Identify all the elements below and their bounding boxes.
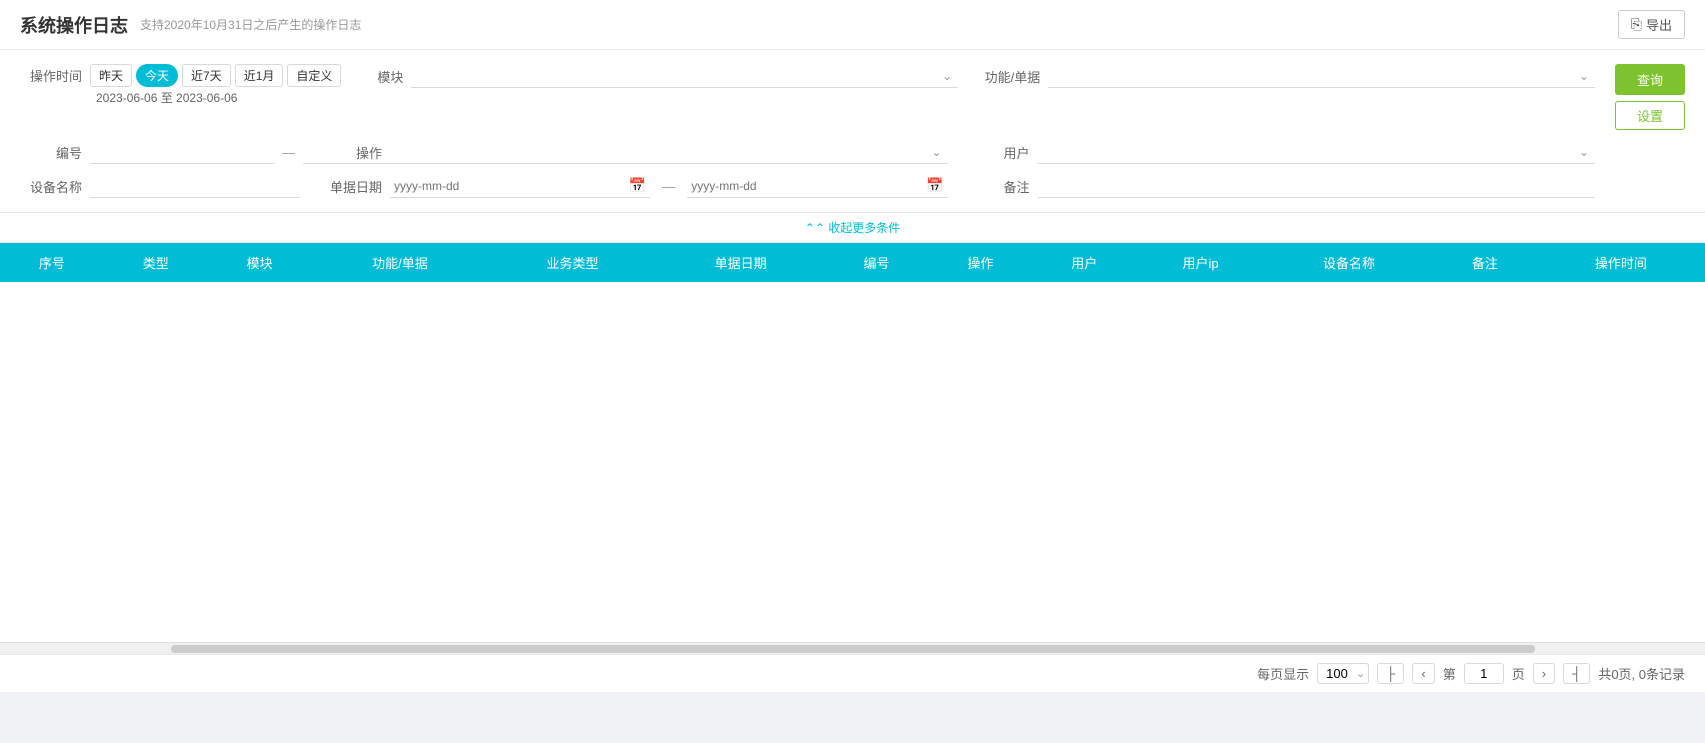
code-label: 编号 — [20, 143, 90, 162]
action-buttons: 查询 设置 — [1615, 64, 1685, 130]
time-range-text: 2023-06-06 至 2023-06-06 — [96, 91, 237, 105]
code-dash: — — [274, 145, 303, 160]
user-select-wrapper: ⌄ — [1038, 140, 1596, 164]
col-module: 模块 — [208, 243, 312, 282]
col-operation: 操作 — [928, 243, 1032, 282]
user-select[interactable] — [1038, 140, 1596, 164]
code-filter: 编号 — — [20, 140, 300, 164]
query-button[interactable]: 查询 — [1615, 64, 1685, 95]
title-area: 系统操作日志 支持2020年10月31日之后产生的操作日志 — [20, 12, 361, 38]
col-device: 设备名称 — [1265, 243, 1433, 282]
export-icon: ⎘ — [1631, 16, 1642, 33]
time-buttons: 昨天 今天 近7天 近1月 自定义 — [90, 64, 341, 87]
col-seq: 序号 — [0, 243, 104, 282]
operation-label: 操作 — [320, 143, 390, 162]
collapse-up-icon: ⌃⌃ — [805, 221, 825, 235]
prev-page-button[interactable]: ‹ — [1412, 663, 1434, 684]
col-doc-date: 单据日期 — [657, 243, 825, 282]
month-btn[interactable]: 近1月 — [235, 64, 284, 87]
doc-date-label: 单据日期 — [320, 177, 390, 196]
col-type: 类型 — [104, 243, 208, 282]
page-suffix: 页 — [1512, 664, 1525, 683]
doc-date-filter: 单据日期 📅 — 📅 — [320, 175, 948, 198]
module-select-wrapper: ⌄ — [411, 64, 958, 88]
pagination-area: 每页显示 100 50 200 ⌄ ├ ‹ 第 页 › ┤ 共0页, 0条记录 — [0, 654, 1705, 692]
collapse-bar[interactable]: ⌃⌃ 收起更多条件 — [0, 213, 1705, 243]
date-start-input[interactable] — [390, 175, 625, 197]
user-label: 用户 — [968, 143, 1038, 162]
module-function-group: 模块 ⌄ 功能/单据 ⌄ — [341, 64, 1595, 88]
today-btn[interactable]: 今天 — [136, 64, 178, 87]
filter-area: 操作时间 昨天 今天 近7天 近1月 自定义 2023-06-06 至 2023… — [0, 50, 1705, 213]
total-info: 共0页, 0条记录 — [1598, 664, 1685, 683]
date-end-input[interactable] — [687, 175, 922, 197]
calendar-end-icon[interactable]: 📅 — [922, 177, 947, 194]
col-biz-type: 业务类型 — [488, 243, 656, 282]
empty-area — [0, 282, 1705, 642]
device-filter: 设备名称 — [20, 174, 300, 198]
code-from-input[interactable] — [90, 140, 274, 164]
function-select[interactable] — [1048, 64, 1595, 88]
time-label: 操作时间 — [20, 66, 90, 85]
remark-label: 备注 — [968, 177, 1038, 196]
header-row: 序号 类型 模块 功能/单据 业务类型 单据日期 编号 操作 用户 用户ip 设… — [0, 243, 1705, 282]
user-filter: 用户 ⌄ — [968, 140, 1596, 164]
table-container: 序号 类型 模块 功能/单据 业务类型 单据日期 编号 操作 用户 用户ip 设… — [0, 243, 1705, 642]
remark-input[interactable] — [1038, 174, 1596, 198]
remark-filter: 备注 — [968, 174, 1596, 198]
page-title: 系统操作日志 — [20, 12, 128, 38]
per-page-wrapper: 100 50 200 ⌄ — [1317, 663, 1369, 684]
page-number-input[interactable] — [1464, 663, 1504, 684]
col-code: 编号 — [825, 243, 929, 282]
page-header: 系统操作日志 支持2020年10月31日之后产生的操作日志 ⎘ 导出 — [0, 0, 1705, 50]
first-page-button[interactable]: ├ — [1377, 663, 1404, 684]
yesterday-btn[interactable]: 昨天 — [90, 64, 132, 87]
device-input[interactable] — [90, 174, 300, 198]
function-filter: 功能/单据 ⌄ — [978, 64, 1595, 88]
data-table: 序号 类型 模块 功能/单据 业务类型 单据日期 编号 操作 用户 用户ip 设… — [0, 243, 1705, 282]
operation-select-wrapper: ⌄ — [390, 140, 948, 164]
calendar-start-icon[interactable]: 📅 — [625, 177, 650, 194]
operation-filter: 操作 ⌄ — [320, 140, 948, 164]
operation-select[interactable] — [390, 140, 948, 164]
date-dash: — — [654, 179, 683, 194]
date-group: 📅 — 📅 — [390, 175, 948, 198]
page-label: 第 — [1443, 664, 1456, 683]
horizontal-scrollbar[interactable] — [0, 642, 1705, 654]
module-select[interactable] — [411, 64, 958, 88]
module-label: 模块 — [341, 67, 411, 86]
function-label: 功能/单据 — [978, 67, 1048, 86]
collapse-label: 收起更多条件 — [828, 221, 900, 235]
module-filter: 模块 ⌄ — [341, 64, 958, 88]
settings-button[interactable]: 设置 — [1615, 101, 1685, 130]
scrollbar-thumb[interactable] — [171, 645, 1535, 653]
page-subtitle: 支持2020年10月31日之后产生的操作日志 — [140, 16, 361, 33]
date-start-wrap: 📅 — [390, 175, 650, 198]
table-header: 序号 类型 模块 功能/单据 业务类型 单据日期 编号 操作 用户 用户ip 设… — [0, 243, 1705, 282]
last-page-button[interactable]: ┤ — [1563, 663, 1590, 684]
col-op-time: 操作时间 — [1537, 243, 1705, 282]
function-select-wrapper: ⌄ — [1048, 64, 1595, 88]
next-page-button[interactable]: › — [1533, 663, 1555, 684]
col-user: 用户 — [1032, 243, 1136, 282]
week-btn[interactable]: 近7天 — [182, 64, 231, 87]
col-remark: 备注 — [1433, 243, 1537, 282]
per-page-label: 每页显示 — [1257, 664, 1309, 683]
per-page-select[interactable]: 100 50 200 — [1317, 663, 1369, 684]
export-button[interactable]: ⎘ 导出 — [1618, 10, 1685, 39]
device-label: 设备名称 — [20, 177, 90, 196]
col-function: 功能/单据 — [311, 243, 488, 282]
custom-btn[interactable]: 自定义 — [287, 64, 341, 87]
col-user-ip: 用户ip — [1136, 243, 1265, 282]
export-label: 导出 — [1646, 15, 1672, 34]
date-end-wrap: 📅 — [687, 175, 947, 198]
time-filter: 操作时间 昨天 今天 近7天 近1月 自定义 2023-06-06 至 2023… — [20, 64, 341, 106]
